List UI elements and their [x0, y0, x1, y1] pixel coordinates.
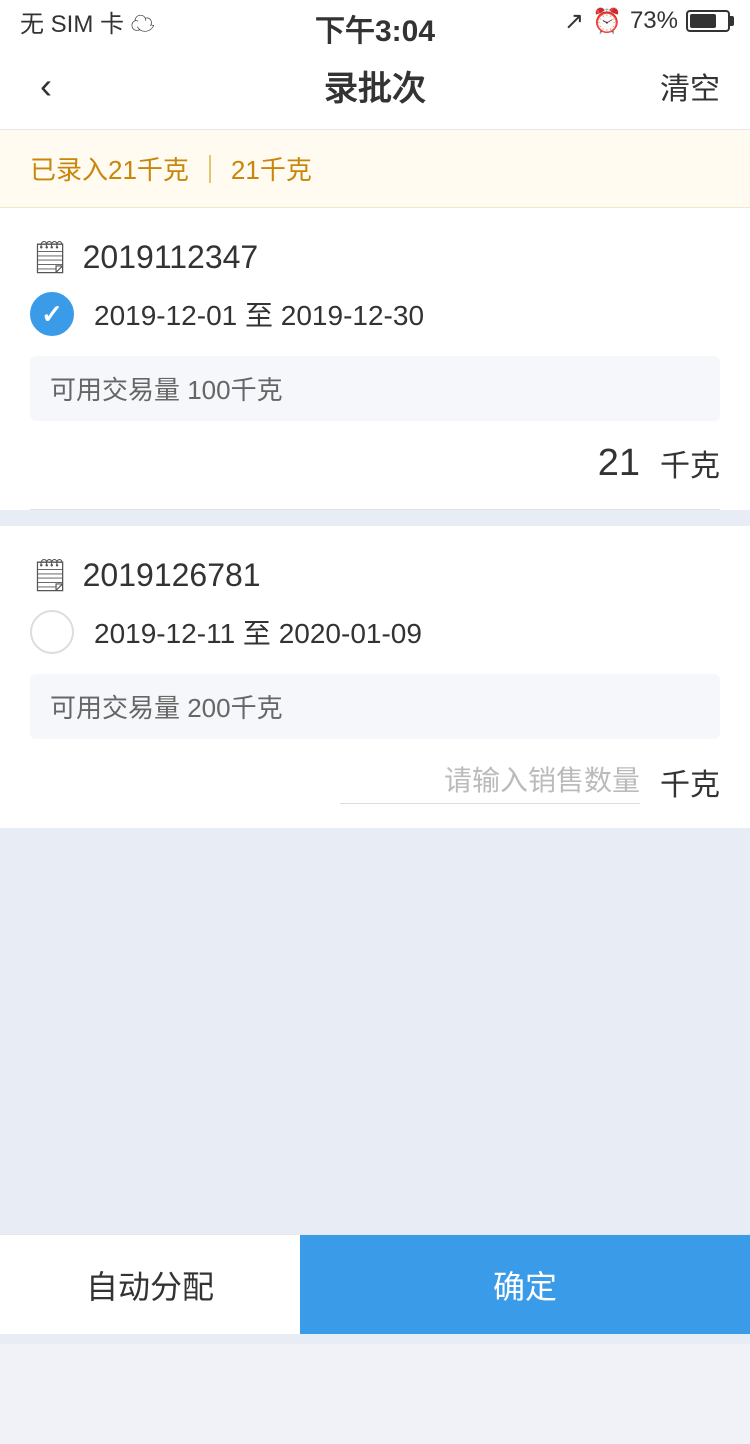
alarm-icon: ⏰: [592, 7, 622, 36]
available-qty-2: 可用交易量 200千克: [30, 674, 720, 739]
qty-unit-1: 千克: [660, 441, 720, 485]
status-bar: 无 SIM 卡 ☁ 下午3:04 ↗ ⏰ 73%: [0, 0, 750, 42]
qty-unit-2: 千克: [660, 760, 720, 804]
status-time: 下午3:04: [315, 6, 435, 50]
summary-divider: [209, 155, 211, 183]
back-button[interactable]: ‹: [30, 55, 62, 117]
batch-date-2: 2019-12-11 至 2020-01-09: [94, 612, 422, 652]
status-right: ↗ ⏰ 73%: [564, 7, 730, 36]
direction-icon: ↗: [564, 7, 584, 36]
doc-icon-1: 🗒: [30, 238, 71, 276]
section-divider-2: [0, 828, 750, 844]
qty-placeholder-2: 请输入销售数量: [444, 759, 640, 799]
qty-input-area-2[interactable]: 请输入销售数量: [340, 759, 640, 804]
batch-card-2: 🗒 2019126781 2019-12-11 至 2020-01-09 可用交…: [0, 526, 750, 828]
section-divider-1: [0, 510, 750, 526]
battery-percent: 73%: [630, 7, 678, 35]
status-left: 无 SIM 卡 ☁: [20, 4, 155, 39]
batch-id-row-1: 🗒 2019112347: [30, 238, 720, 276]
battery-icon: [686, 10, 730, 32]
batch-id-2: 2019126781: [83, 557, 261, 594]
batch-date-row-2[interactable]: 2019-12-11 至 2020-01-09: [30, 610, 720, 654]
page-title: 录批次: [324, 61, 426, 110]
content-area: 🗒 2019112347 2019-12-01 至 2019-12-30 可用交…: [0, 208, 750, 1344]
clear-button[interactable]: 清空: [660, 64, 720, 108]
no-sim-text: 无 SIM 卡 ☁: [20, 4, 155, 39]
batch-id-1: 2019112347: [83, 239, 259, 276]
batch-date-1: 2019-12-01 至 2019-12-30: [94, 294, 424, 334]
radio-btn-1[interactable]: [30, 292, 74, 336]
summary-bar: 已录入21千克 21千克: [0, 130, 750, 208]
radio-btn-2[interactable]: [30, 610, 74, 654]
batch-card-1: 🗒 2019112347 2019-12-01 至 2019-12-30 可用交…: [0, 208, 750, 510]
doc-icon-2: 🗒: [30, 556, 71, 594]
available-qty-1: 可用交易量 100千克: [30, 356, 720, 421]
auto-distribute-button[interactable]: 自动分配: [0, 1235, 300, 1334]
nav-bar: ‹ 录批次 清空: [0, 42, 750, 130]
total-text: 21千克: [231, 150, 312, 187]
recorded-text: 已录入21千克: [30, 150, 189, 187]
batch-id-row-2: 🗒 2019126781: [30, 556, 720, 594]
batch-date-row-1[interactable]: 2019-12-01 至 2019-12-30: [30, 292, 720, 336]
qty-value-1: 21: [598, 442, 640, 485]
confirm-button[interactable]: 确定: [300, 1235, 750, 1334]
bottom-bar: 自动分配 确定: [0, 1234, 750, 1334]
